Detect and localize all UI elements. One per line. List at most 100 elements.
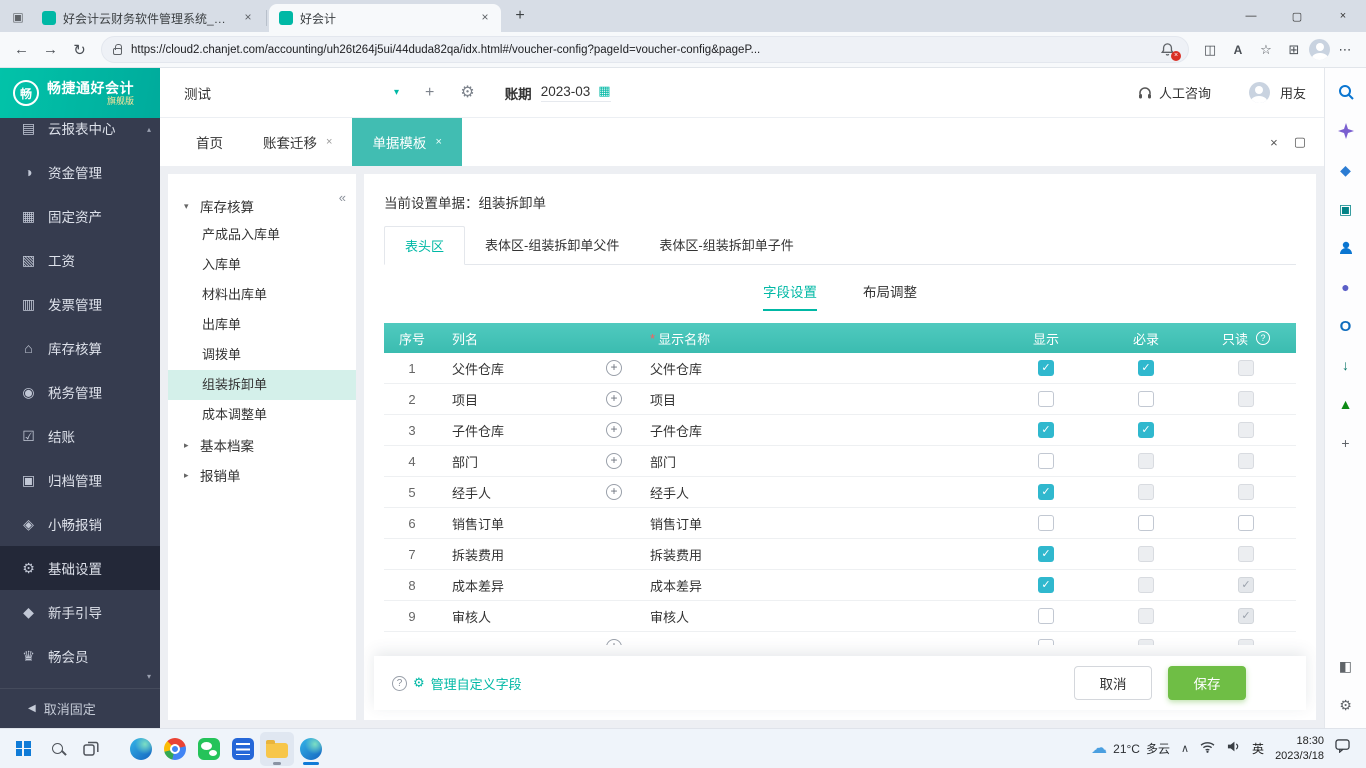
page-tab-voucher-template[interactable]: 单据模板 ×: [352, 118, 462, 166]
checkbox-required[interactable]: [1138, 639, 1154, 645]
checkbox-required[interactable]: [1138, 422, 1154, 438]
cancel-button[interactable]: 取消: [1074, 666, 1152, 700]
sidebar-designer-icon[interactable]: ▣: [1335, 198, 1357, 220]
checkbox-required[interactable]: [1138, 577, 1154, 593]
add-field-icon[interactable]: +: [606, 391, 622, 407]
taskbar-wechat-icon[interactable]: [192, 732, 226, 766]
sidebar-panel-icon[interactable]: ◧: [1335, 655, 1357, 677]
add-field-icon[interactable]: +: [606, 484, 622, 500]
checkbox-readonly[interactable]: [1238, 515, 1254, 531]
subtab-field-settings[interactable]: 字段设置: [763, 281, 817, 311]
add-field-icon[interactable]: +: [606, 360, 622, 376]
tab-body-child[interactable]: 表体区-组装拆卸单子件: [639, 226, 813, 264]
tree-node-expense[interactable]: ▸ 报销单: [168, 460, 356, 490]
tree-item-assembly[interactable]: 组装拆卸单: [168, 370, 356, 400]
refresh-button[interactable]: ↻: [66, 36, 93, 63]
nav-scroll-up-icon[interactable]: ▴: [147, 125, 151, 134]
sidebar-search-icon[interactable]: [1335, 81, 1357, 103]
page-tab-migration[interactable]: 账套迁移 ×: [243, 118, 352, 166]
tab-header-area[interactable]: 表头区: [384, 226, 466, 265]
browser-profile-avatar[interactable]: [1309, 39, 1330, 60]
checkbox-readonly[interactable]: [1238, 608, 1254, 624]
collapse-tree-icon[interactable]: «: [339, 190, 346, 205]
nav-item-funds[interactable]: ◑ 资金管理: [0, 150, 160, 194]
browser-tab-1[interactable]: 好会计云财务软件管理系统_会计 ×: [32, 4, 264, 32]
checkbox-show[interactable]: [1038, 484, 1054, 500]
tree-node-inventory[interactable]: ▾ 库存核算: [168, 192, 356, 220]
checkbox-readonly[interactable]: [1238, 484, 1254, 500]
volume-icon[interactable]: [1226, 740, 1241, 758]
readonly-help-icon[interactable]: ?: [1256, 331, 1270, 345]
checkbox-show[interactable]: [1038, 360, 1054, 376]
sidebar-outlook-icon[interactable]: O: [1335, 315, 1357, 337]
nav-item-guide[interactable]: ◆ 新手引导: [0, 590, 160, 634]
nav-item-archive[interactable]: ▣ 归档管理: [0, 458, 160, 502]
collections-icon[interactable]: ⊞: [1281, 37, 1307, 63]
nav-item-fixed-assets[interactable]: ▦ 固定资产: [0, 194, 160, 238]
tab1-close-icon[interactable]: ×: [240, 10, 256, 26]
display-name[interactable]: 项目: [650, 390, 676, 409]
checkbox-show[interactable]: [1038, 422, 1054, 438]
consult-link[interactable]: 人工咨询: [1137, 83, 1211, 102]
nav-item-closing[interactable]: ☑ 结账: [0, 414, 160, 458]
checkbox-required[interactable]: [1138, 484, 1154, 500]
sidebar-drop-icon[interactable]: ↓: [1335, 354, 1357, 376]
add-field-icon[interactable]: +: [606, 422, 622, 438]
checkbox-readonly[interactable]: [1238, 453, 1254, 469]
tree-item-stock-in[interactable]: 入库单: [168, 250, 356, 280]
input-method-indicator[interactable]: 英: [1252, 740, 1264, 757]
address-bar[interactable]: https://cloud2.chanjet.com/accounting/uh…: [101, 36, 1189, 63]
checkbox-required[interactable]: [1138, 515, 1154, 531]
settings-gear-icon[interactable]: ⚙: [460, 84, 474, 101]
tab-actions-icon[interactable]: ▣: [8, 7, 28, 27]
checkbox-required[interactable]: [1138, 391, 1154, 407]
checkbox-show[interactable]: [1038, 608, 1054, 624]
notifications-blocked-icon[interactable]: ×: [1160, 42, 1181, 61]
add-field-icon[interactable]: +: [606, 639, 622, 645]
display-name[interactable]: 销售订单: [650, 514, 702, 533]
nav-item-cloud-reports[interactable]: ▤ 云报表中心: [0, 118, 160, 150]
lock-icon[interactable]: [113, 44, 122, 55]
display-name[interactable]: 父件仓库: [650, 359, 702, 378]
checkbox-readonly[interactable]: [1238, 422, 1254, 438]
account-set-select[interactable]: 测试 ▾: [184, 83, 399, 103]
checkbox-required[interactable]: [1138, 360, 1154, 376]
user-avatar[interactable]: [1248, 82, 1270, 103]
nav-item-member[interactable]: ♛ 畅会员: [0, 634, 160, 678]
tree-item-material-out[interactable]: 材料出库单: [168, 280, 356, 310]
close-tab-icon[interactable]: ×: [435, 136, 441, 148]
nav-item-reimburse[interactable]: ◈ 小畅报销: [0, 502, 160, 546]
taskbar-explorer-icon[interactable]: [260, 731, 294, 766]
sidebar-add-icon[interactable]: +: [1335, 432, 1357, 454]
nav-item-salary[interactable]: ▧ 工资: [0, 238, 160, 282]
split-screen-icon[interactable]: ◫: [1197, 37, 1223, 63]
browser-menu-icon[interactable]: ⋯: [1332, 37, 1358, 63]
display-name[interactable]: 子件仓库: [650, 421, 702, 440]
sidebar-games-icon[interactable]: ▲: [1335, 393, 1357, 415]
checkbox-readonly[interactable]: [1238, 391, 1254, 407]
read-aloud-icon[interactable]: A: [1225, 37, 1251, 63]
nav-item-invoice[interactable]: ▥ 发票管理: [0, 282, 160, 326]
back-button[interactable]: ←: [8, 36, 35, 63]
fullscreen-icon[interactable]: ▢: [1294, 134, 1306, 150]
nav-item-tax[interactable]: ◉ 税务管理: [0, 370, 160, 414]
sidebar-shapes-icon[interactable]: ◆: [1335, 159, 1357, 181]
checkbox-required[interactable]: [1138, 453, 1154, 469]
window-minimize-button[interactable]: —: [1228, 0, 1274, 32]
sidebar-discover-icon[interactable]: [1335, 120, 1357, 142]
taskbar-chrome-icon[interactable]: [158, 732, 192, 766]
nav-item-inventory[interactable]: ⌂ 库存核算: [0, 326, 160, 370]
clock[interactable]: 18:30 2023/3/18: [1275, 734, 1324, 763]
taskbar-edge-icon[interactable]: [124, 732, 158, 766]
checkbox-show[interactable]: [1038, 515, 1054, 531]
nav-scroll-down-icon[interactable]: ▾: [147, 672, 151, 681]
close-tab-icon[interactable]: ×: [326, 136, 332, 148]
nav-item-basic-settings[interactable]: ⚙ 基础设置: [0, 546, 160, 590]
manage-custom-fields-link[interactable]: ? ⚙ 管理自定义字段: [392, 674, 522, 693]
checkbox-show[interactable]: [1038, 577, 1054, 593]
sidebar-settings-icon[interactable]: ⚙: [1335, 694, 1357, 716]
tree-item-stock-out[interactable]: 出库单: [168, 310, 356, 340]
display-name[interactable]: 拆装费用: [650, 545, 702, 564]
browser-tab-2[interactable]: 好会计 ×: [269, 4, 501, 32]
checkbox-required[interactable]: [1138, 608, 1154, 624]
